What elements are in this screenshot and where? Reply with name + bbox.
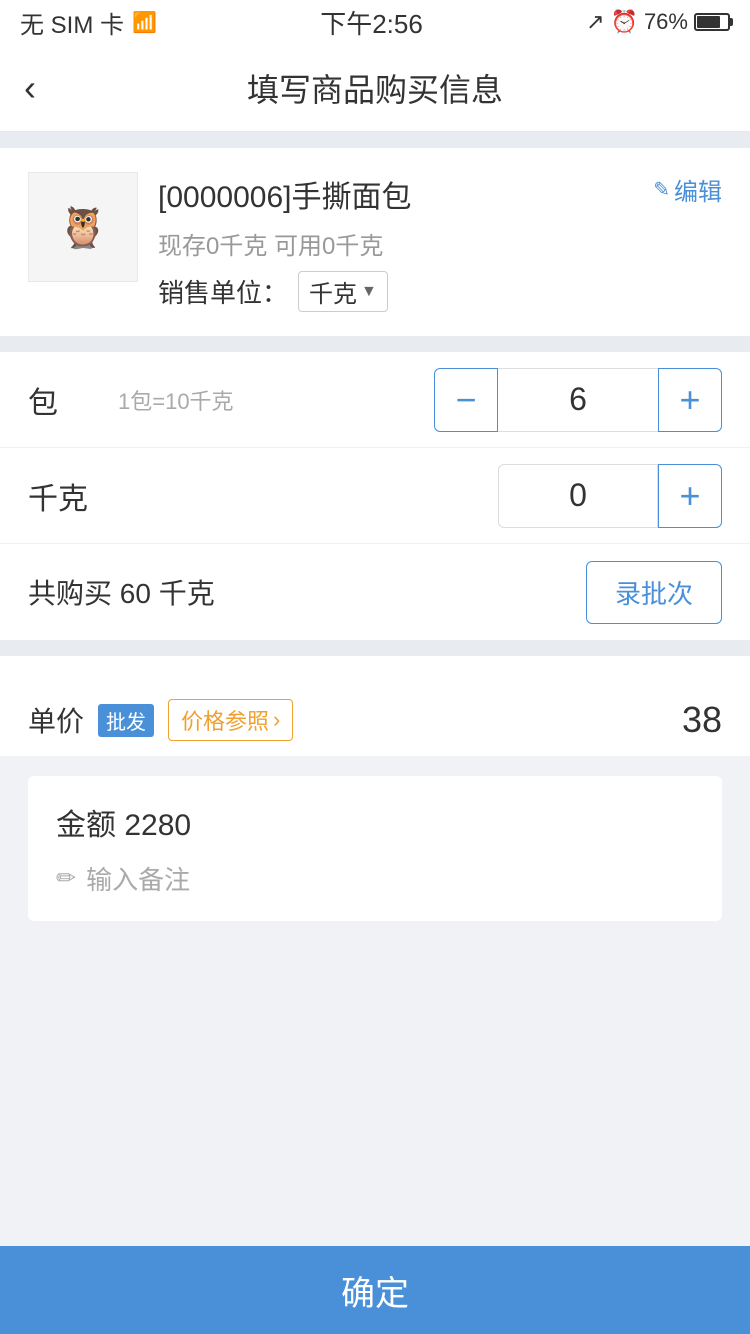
price-ref-button[interactable]: 价格参照 › (168, 699, 293, 741)
kg-label: 千克 (28, 474, 108, 518)
amount-label: 金额 2280 (56, 800, 694, 844)
remark-placeholder: 输入备注 (86, 860, 190, 897)
product-owl-icon: 🦉 (58, 204, 108, 251)
price-value: 38 (682, 699, 722, 741)
nav-bar: ‹ 填写商品购买信息 (0, 44, 750, 132)
product-stock: 现存0千克 可用0千克 (158, 226, 722, 261)
edit-label: 编辑 (674, 172, 722, 207)
package-sub-label: 1包=10千克 (118, 384, 234, 416)
unit-value: 千克 (309, 274, 357, 309)
unit-dropdown-icon: ▼ (361, 283, 377, 301)
divider-mid (0, 336, 750, 352)
status-bar: 无 SIM 卡 📶 下午2:56 ↗ ⏰ 76% (0, 0, 750, 44)
remark-row[interactable]: ✏ 输入备注 (56, 860, 694, 897)
battery-percent: 76% (644, 9, 688, 35)
back-button[interactable]: ‹ (24, 67, 36, 109)
price-row: 单价 批发 价格参照 › 38 (28, 684, 722, 756)
carrier-label: 无 SIM 卡 (20, 5, 124, 40)
kg-plus-button[interactable]: + (658, 464, 722, 528)
location-icon: ↗ (586, 9, 604, 35)
product-unit-row: 销售单位： 千克 ▼ (158, 271, 722, 312)
price-ref-arrow: › (273, 707, 280, 733)
status-left: 无 SIM 卡 📶 (20, 5, 157, 40)
product-card: 🦉 [0000006]手撕面包 现存0千克 可用0千克 销售单位： 千克 ▼ ✎… (0, 148, 750, 336)
record-batch-button[interactable]: 录批次 (586, 561, 722, 624)
divider-top (0, 132, 750, 148)
package-label: 包 (28, 378, 108, 422)
pencil-icon: ✏ (56, 864, 76, 893)
price-ref-label: 价格参照 (181, 704, 269, 736)
input-section: 包 1包=10千克 − + 千克 + 共购买 60 千克 录批次 (0, 352, 750, 640)
price-section: 单价 批发 价格参照 › 38 (0, 656, 750, 756)
package-minus-button[interactable]: − (434, 368, 498, 432)
alarm-icon: ⏰ (611, 9, 638, 35)
divider-price (0, 640, 750, 656)
battery-icon (694, 13, 730, 31)
bottom-area (0, 937, 750, 1137)
status-right: ↗ ⏰ 76% (586, 9, 730, 35)
amount-section: 金额 2280 ✏ 输入备注 (0, 756, 750, 937)
status-time: 下午2:56 (320, 4, 423, 41)
kg-controls: + (498, 464, 722, 528)
unit-selector[interactable]: 千克 ▼ (298, 271, 388, 312)
kg-row: 千克 + (0, 448, 750, 544)
package-input[interactable] (498, 368, 658, 432)
summary-text: 共购买 60 千克 (28, 572, 215, 612)
confirm-label: 确定 (341, 1266, 409, 1315)
battery-fill (697, 16, 720, 28)
edit-button[interactable]: ✎ 编辑 (653, 172, 722, 207)
confirm-button[interactable]: 确定 (0, 1246, 750, 1334)
amount-row: 金额 2280 ✏ 输入备注 (28, 776, 722, 921)
unit-label: 销售单位： (158, 273, 288, 310)
product-name: [0000006]手撕面包 (158, 172, 722, 216)
wifi-icon: 📶 (132, 10, 157, 35)
kg-input[interactable] (498, 464, 658, 528)
page-title: 填写商品购买信息 (247, 65, 503, 111)
package-row: 包 1包=10千克 − + (0, 352, 750, 448)
product-thumbnail: 🦉 (28, 172, 138, 282)
price-label: 单价 (28, 700, 84, 740)
package-plus-button[interactable]: + (658, 368, 722, 432)
edit-icon: ✎ (653, 177, 670, 202)
package-controls: − + (434, 368, 722, 432)
summary-row: 共购买 60 千克 录批次 (0, 544, 750, 640)
wholesale-tag: 批发 (98, 704, 154, 737)
product-info: [0000006]手撕面包 现存0千克 可用0千克 销售单位： 千克 ▼ (158, 172, 722, 312)
